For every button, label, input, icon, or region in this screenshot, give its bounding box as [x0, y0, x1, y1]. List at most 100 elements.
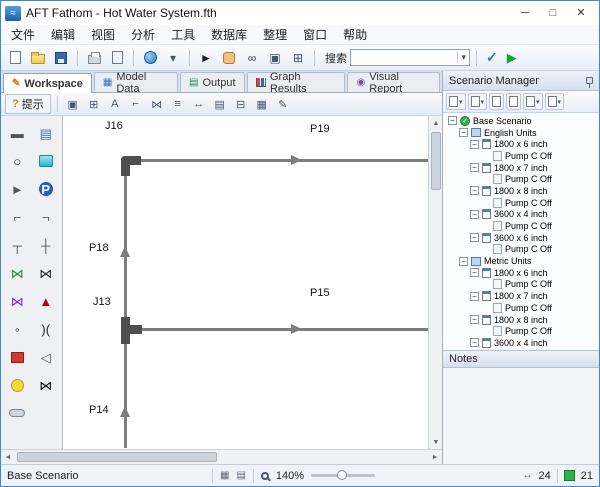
grid-button[interactable]: ⊞	[288, 48, 308, 68]
pipe-p14[interactable]	[124, 342, 127, 448]
vertical-scroll-thumb[interactable]	[431, 132, 441, 190]
fit-page-icon[interactable]: ▤	[236, 470, 245, 481]
spray-discharge-tool[interactable]: ►	[3, 175, 32, 203]
tab-model-data[interactable]: ▦Model Data	[94, 72, 178, 92]
tree-node-15[interactable]: Pump C Off	[445, 279, 599, 291]
pipe-p19[interactable]	[137, 159, 428, 162]
volume-tool[interactable]	[3, 399, 32, 427]
menu-item-5[interactable]: 工具	[163, 25, 203, 44]
expand-collapse-icon[interactable]: −	[470, 140, 479, 149]
horizontal-scroll-thumb[interactable]	[17, 452, 217, 462]
pan-hand-button[interactable]	[219, 48, 239, 68]
expand-collapse-icon[interactable]: −	[459, 128, 468, 137]
expand-collapse-icon[interactable]: −	[470, 338, 479, 347]
menu-item-9[interactable]: 帮助	[335, 25, 375, 44]
menu-item-7[interactable]: 整理	[255, 25, 295, 44]
menu-item-6[interactable]: 数据库	[203, 25, 255, 44]
tree-node-4[interactable]: Pump C Off	[445, 150, 599, 162]
valve-insert-icon[interactable]: ⋈	[148, 95, 166, 113]
open-file-button[interactable]	[28, 48, 48, 68]
tree-node-5[interactable]: −1800 x 7 inch	[445, 162, 599, 174]
workspace-canvas[interactable]: J16 P19 P18 J13 P15 P14	[63, 116, 428, 449]
bend-tool[interactable]: ¬	[32, 203, 61, 231]
tree-node-10[interactable]: Pump C Off	[445, 220, 599, 232]
jet-pump-tool[interactable]: ◁	[32, 343, 61, 371]
tree-node-14[interactable]: −1800 x 6 inch	[445, 267, 599, 279]
zoom-select-icon[interactable]: ▣	[64, 95, 82, 113]
elbow-tool[interactable]: ⌐	[3, 203, 32, 231]
new-file-button[interactable]	[5, 48, 25, 68]
copy-button[interactable]	[107, 48, 127, 68]
expand-collapse-icon[interactable]: −	[470, 315, 479, 324]
maximize-button[interactable]: □	[539, 3, 567, 23]
expand-collapse-icon[interactable]: −	[470, 210, 479, 219]
dropdown-caret-button[interactable]: ▾	[163, 48, 183, 68]
tree-node-18[interactable]: −1800 x 8 inch	[445, 314, 599, 326]
menu-item-3[interactable]: 视图	[83, 25, 123, 44]
pipe-p15[interactable]	[141, 328, 428, 331]
search-dropdown-icon[interactable]: ▾	[457, 52, 469, 63]
sheet-icon[interactable]: ▤	[211, 95, 229, 113]
expand-collapse-icon[interactable]: −	[470, 186, 479, 195]
expand-collapse-icon[interactable]: −	[459, 257, 468, 266]
find-binoculars-button[interactable]: ∞	[242, 48, 262, 68]
tree-node-17[interactable]: Pump C Off	[445, 302, 599, 314]
minimize-button[interactable]: ─	[511, 3, 539, 23]
tree-node-16[interactable]: −1800 x 7 inch	[445, 290, 599, 302]
validate-check-icon[interactable]: ✓	[483, 49, 501, 66]
cross-tool[interactable]: ┼	[32, 231, 61, 259]
tree-node-8[interactable]: Pump C Off	[445, 197, 599, 209]
scroll-right-icon[interactable]: ►	[428, 450, 442, 464]
menu-item-8[interactable]: 窗口	[295, 25, 335, 44]
tree-node-13[interactable]: −Metric Units	[445, 255, 599, 267]
create-child-scenario-button[interactable]: ▾	[446, 93, 466, 110]
snap-grid-icon[interactable]: ⊞	[85, 95, 103, 113]
junction-j13-tee[interactable]	[128, 325, 142, 334]
zoom-slider[interactable]	[311, 474, 375, 477]
tab-graph-results[interactable]: Graph Results	[247, 72, 346, 92]
edit-icon[interactable]: ✎	[274, 95, 292, 113]
heat-exchanger-tool[interactable]	[3, 343, 32, 371]
insert-scenario-button[interactable]: ▾	[468, 93, 488, 110]
tree-node-1[interactable]: −✓Base Scenario	[445, 115, 599, 127]
branch-tool[interactable]: ○	[3, 147, 32, 175]
tree-node-3[interactable]: −1800 x 6 inch	[445, 138, 599, 150]
collapse-panel-icon[interactable]: ⊟	[232, 95, 250, 113]
tree-node-2[interactable]: −English Units	[445, 127, 599, 139]
tree-node-6[interactable]: Pump C Off	[445, 173, 599, 185]
expand-collapse-icon[interactable]: −	[470, 163, 479, 172]
fan-tool[interactable]	[3, 371, 32, 399]
tab-visual-report[interactable]: ◉Visual Report	[347, 72, 440, 92]
tree-node-19[interactable]: Pump C Off	[445, 325, 599, 337]
expand-collapse-icon[interactable]: −	[470, 268, 479, 277]
scroll-down-icon[interactable]: ▼	[429, 435, 443, 449]
expand-collapse-icon[interactable]: −	[448, 116, 457, 125]
annotation-tool[interactable]: ▤	[32, 119, 61, 147]
menu-item-4[interactable]: 分析	[123, 25, 163, 44]
zoom-slider-thumb[interactable]	[337, 470, 347, 480]
close-button[interactable]: ✕	[567, 3, 595, 23]
merge-scenario-button[interactable]: ▾	[523, 93, 543, 110]
menu-item-2[interactable]: 编辑	[43, 25, 83, 44]
search-input[interactable]	[351, 52, 457, 64]
relief-valve-tool[interactable]: ▲	[32, 287, 61, 315]
tab-output[interactable]: ▤Output	[180, 72, 244, 92]
save-button[interactable]	[51, 48, 71, 68]
web-globe-button[interactable]	[140, 48, 160, 68]
tree-node-11[interactable]: −3600 x 6 inch	[445, 232, 599, 244]
tee-tool[interactable]: ┬	[3, 231, 32, 259]
vertical-scrollbar[interactable]: ▲ ▼	[428, 116, 442, 449]
venturi-tool[interactable]: )(	[32, 315, 61, 343]
pin-icon[interactable]	[586, 77, 593, 84]
tree-node-7[interactable]: −1800 x 8 inch	[445, 185, 599, 197]
text-annotation-icon[interactable]: A	[106, 95, 124, 113]
three-way-valve-tool[interactable]: ⋈	[32, 371, 61, 399]
run-model-icon[interactable]: ▶	[504, 50, 520, 66]
scroll-up-icon[interactable]: ▲	[429, 116, 443, 130]
check-valve-tool[interactable]: ⋈	[32, 259, 61, 287]
horizontal-scrollbar[interactable]: ◄ ►	[1, 449, 442, 464]
promote-scenario-button[interactable]	[506, 93, 521, 110]
grid-size-icon[interactable]: ↔	[523, 470, 533, 481]
expand-collapse-icon[interactable]: −	[470, 292, 479, 301]
tab-workspace[interactable]: ✎Workspace	[3, 73, 92, 93]
